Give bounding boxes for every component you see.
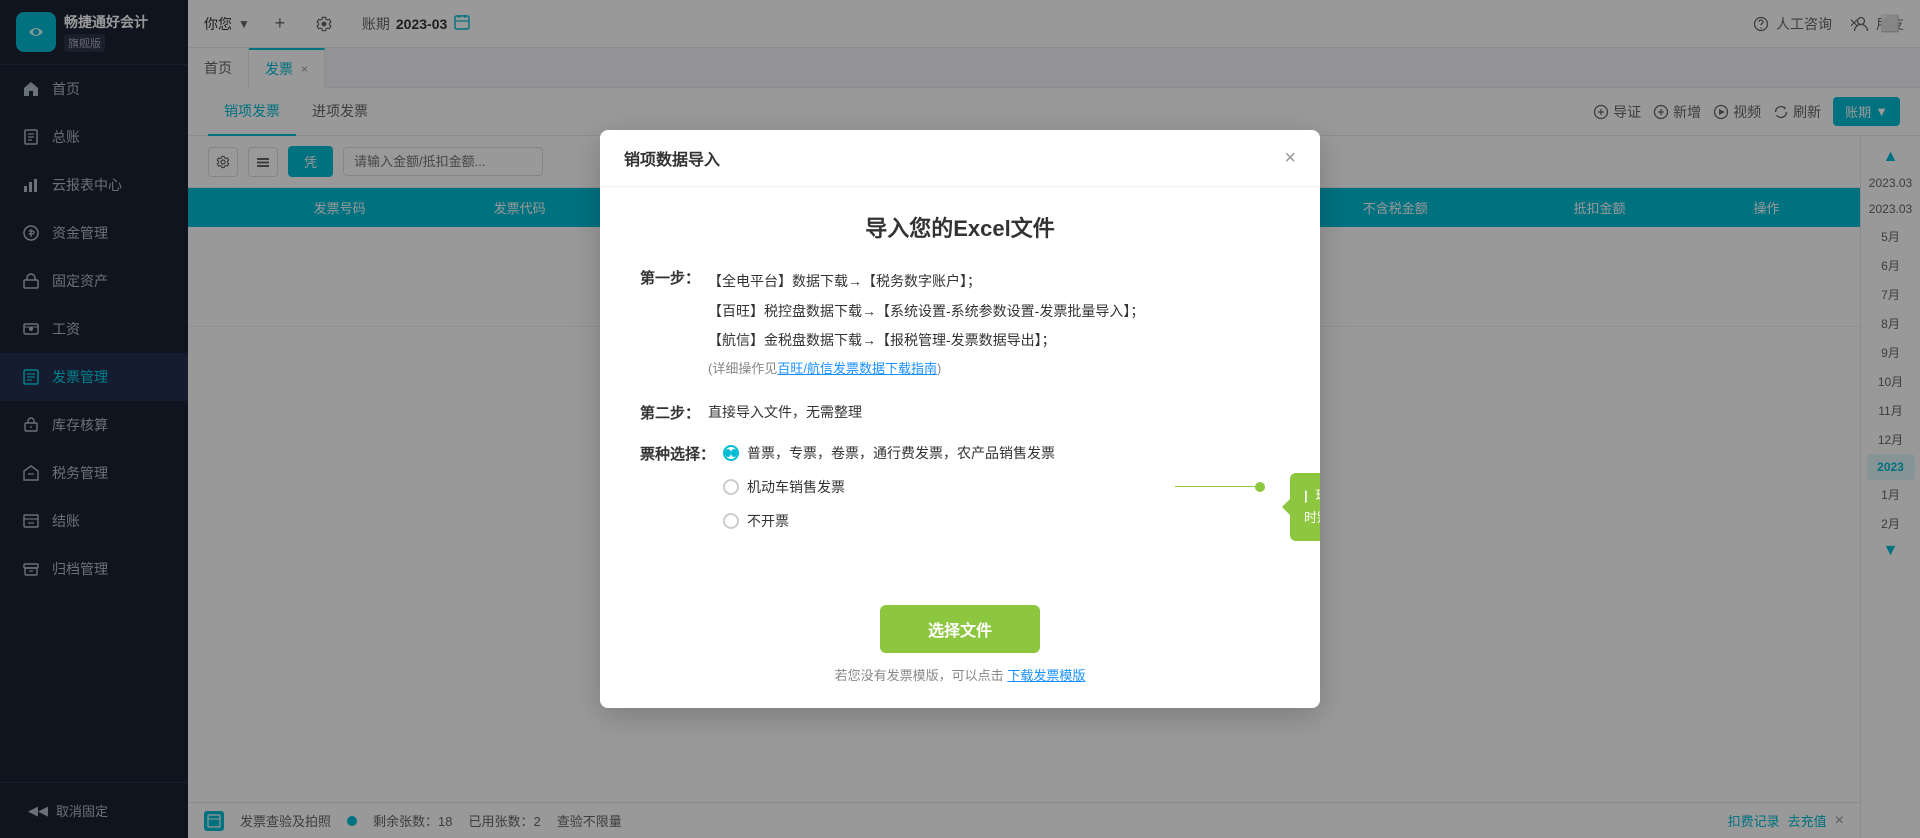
ticket-type-row: 票种选择： 普票，专票，卷票，通行费发票，农产品销售发票 机动车销售发票: [640, 443, 1280, 545]
select-file-btn[interactable]: 选择文件: [880, 605, 1040, 653]
guide-link[interactable]: 百旺/航信发票数据下载指南: [777, 361, 937, 376]
step2-content: 直接导入文件，无需整理: [708, 402, 862, 422]
dialog-body: 导入您的Excel文件 第一步： 【全电平台】数据下载→【税务数字账户】； 【百…: [600, 187, 1320, 588]
radio-motor-circle: [723, 479, 739, 495]
step2-label: 第二步：: [640, 402, 700, 423]
download-template-link[interactable]: 下载发票模版: [1007, 668, 1085, 683]
step1-line1: 【百旺】税控盘数据下载→【系统设置-系统参数设置-发票批量导入】；: [708, 297, 1144, 326]
step1-label: 第一步：: [640, 267, 700, 288]
dialog-close-btn[interactable]: ×: [1284, 148, 1296, 168]
footer-hint: 若您没有发票模版，可以点击 下载发票模版: [835, 665, 1086, 684]
step1-line0: 【全电平台】数据下载→【税务数字账户】；: [708, 267, 1144, 296]
step2-row: 第二步： 直接导入文件，无需整理: [640, 402, 1280, 423]
step1-row: 第一步： 【全电平台】数据下载→【税务数字账户】； 【百旺】税控盘数据下载→【系…: [640, 267, 1280, 381]
radio-normal[interactable]: 普票，专票，卷票，通行费发票，农产品销售发票: [723, 443, 1055, 463]
dialog-header: 销项数据导入 ×: [600, 130, 1320, 187]
dialog-footer: 选择文件 若您没有发票模版，可以点击 下载发票模版: [600, 589, 1320, 708]
radio-no-ticket-circle: [723, 513, 739, 529]
dialog-import-title: 导入您的Excel文件: [640, 211, 1280, 243]
step1-line2: 【航信】金税盘数据下载→【报税管理-发票数据导出】；: [708, 326, 1144, 355]
overlay: 销项数据导入 × 导入您的Excel文件 第一步： 【全电平台】数据下载→【税务…: [0, 0, 1920, 838]
import-dialog: 销项数据导入 × 导入您的Excel文件 第一步： 【全电平台】数据下载→【税务…: [600, 130, 1320, 707]
step1-link: (详细操作见百旺/航信发票数据下载指南): [708, 356, 1144, 382]
ticket-label: 票种选择：: [640, 443, 715, 464]
radio-motor[interactable]: 机动车销售发票: [723, 477, 1055, 497]
radio-no-ticket[interactable]: 不开票: [723, 511, 1055, 531]
radio-normal-circle: [723, 445, 739, 461]
ticket-tooltip: × | 现在支持的票种多了，导入发票时别忘了选择正确的发票类型呀!: [1290, 473, 1320, 541]
